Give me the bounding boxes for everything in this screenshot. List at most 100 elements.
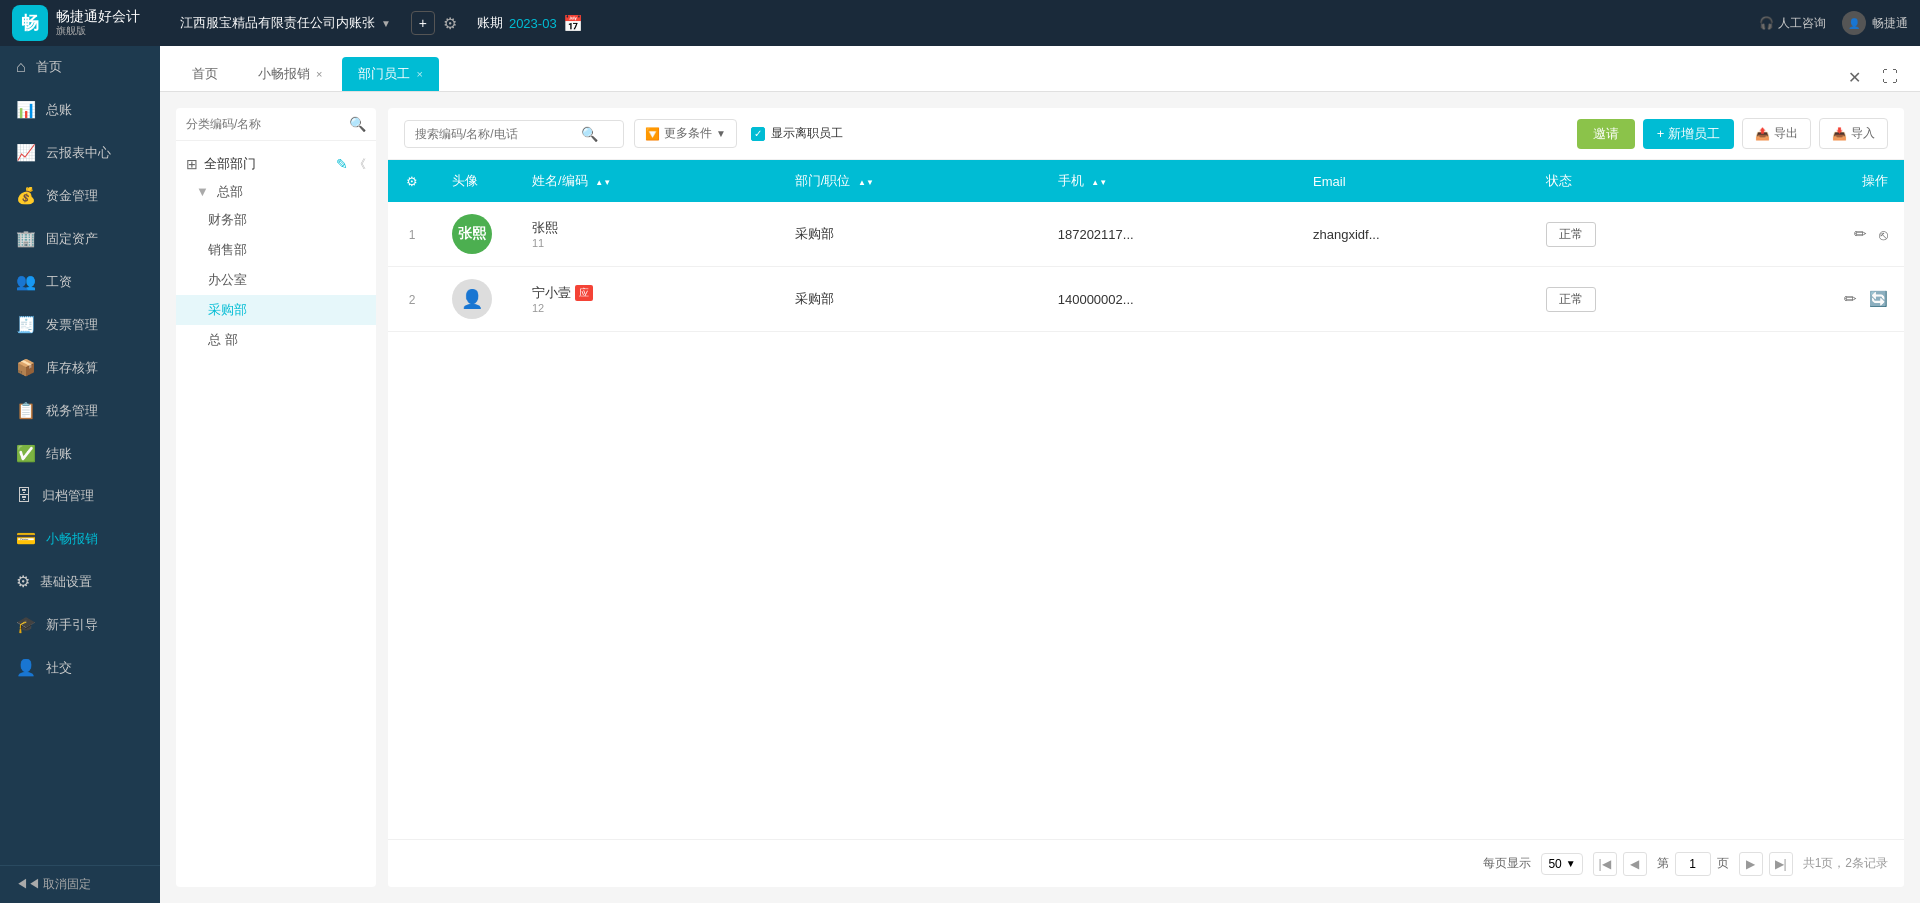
dept-search-icon[interactable]: 🔍 bbox=[349, 116, 366, 132]
dept-search-input[interactable] bbox=[186, 117, 343, 131]
import-button[interactable]: 📥 导入 bbox=[1819, 118, 1888, 149]
sidebar-item-home[interactable]: ⌂ 首页 bbox=[0, 46, 160, 88]
expand-icon: ▼ bbox=[196, 184, 209, 199]
partners-icon: 👤 bbox=[16, 658, 36, 677]
row-phone-1: 187202117... bbox=[1042, 202, 1297, 267]
human-service-button[interactable]: 🎧 人工咨询 bbox=[1759, 15, 1826, 32]
dept-search-area: 🔍 bbox=[176, 108, 376, 141]
calendar-icon[interactable]: 📅 bbox=[563, 14, 583, 33]
th-settings[interactable]: ⚙ bbox=[388, 160, 436, 202]
dept-item-office[interactable]: 办公室 bbox=[176, 265, 376, 295]
add-employee-button[interactable]: + 新增员工 bbox=[1643, 119, 1734, 149]
tab-expense-close[interactable]: × bbox=[316, 68, 322, 80]
sidebar-item-fixed-assets[interactable]: 🏢 固定资产 bbox=[0, 217, 160, 260]
assets-icon: 🏢 bbox=[16, 229, 36, 248]
filter-icon: 🔽 bbox=[645, 127, 660, 141]
dept-panel: 🔍 ⊞ 全部部门 ✎ 《 ▼ 总部 财 bbox=[176, 108, 376, 887]
logo-area: 畅 畅捷通好会计 旗舰版 bbox=[12, 5, 172, 41]
th-status: 状态 bbox=[1530, 160, 1724, 202]
dept-item-sales[interactable]: 销售部 bbox=[176, 235, 376, 265]
tab-bar: 首页 小畅报销 × 部门员工 × ✕ ⛶ bbox=[160, 46, 1920, 92]
avatar: 👤 bbox=[1842, 11, 1866, 35]
page-number-input[interactable] bbox=[1675, 852, 1711, 876]
sidebar: ⌂ 首页 📊 总账 📈 云报表中心 💰 资金管理 🏢 固定资产 👥 工资 🧾 发… bbox=[0, 46, 160, 903]
sidebar-item-expense[interactable]: 💳 小畅报销 bbox=[0, 517, 160, 560]
expense-icon: 💳 bbox=[16, 529, 36, 548]
last-page-button[interactable]: ▶| bbox=[1769, 852, 1793, 876]
gear-icon: ⚙ bbox=[16, 572, 30, 591]
th-dept-position[interactable]: 部门/职位 ▲▼ bbox=[779, 160, 1042, 202]
edit-icon-1[interactable]: ✏ bbox=[1854, 225, 1867, 243]
th-actions: 操作 bbox=[1724, 160, 1904, 202]
status-badge-1: 正常 bbox=[1546, 222, 1596, 247]
sidebar-item-archive[interactable]: 🗄 归档管理 bbox=[0, 475, 160, 517]
maximize-tab-button[interactable]: ⛶ bbox=[1876, 63, 1904, 91]
refresh-icon-2[interactable]: 🔄 bbox=[1869, 290, 1888, 308]
row-number-1: 1 bbox=[388, 202, 436, 267]
sidebar-item-partners[interactable]: 👤 社交 bbox=[0, 646, 160, 689]
export-button[interactable]: 📤 导出 bbox=[1742, 118, 1811, 149]
company-selector[interactable]: 江西服宝精品有限责任公司内账张 ▼ bbox=[172, 10, 399, 36]
collapse-icon[interactable]: 《 bbox=[354, 156, 366, 173]
dept-item-finance[interactable]: 财务部 bbox=[176, 205, 376, 235]
prev-page-button[interactable]: ◀ bbox=[1623, 852, 1647, 876]
sidebar-item-closing[interactable]: ✅ 结账 bbox=[0, 432, 160, 475]
tab-dept-close[interactable]: × bbox=[416, 68, 422, 80]
all-departments-item[interactable]: ⊞ 全部部门 ✎ 《 bbox=[176, 149, 376, 179]
sidebar-item-guide[interactable]: 🎓 新手引导 bbox=[0, 603, 160, 646]
th-name-code[interactable]: 姓名/编码 ▲▼ bbox=[516, 160, 779, 202]
employee-toolbar: 🔍 🔽 更多条件 ▼ ✓ 显示离职员工 邀请 + 新增员工 bbox=[388, 108, 1904, 160]
sidebar-item-tax[interactable]: 📋 税务管理 bbox=[0, 389, 160, 432]
filter-button[interactable]: 🔽 更多条件 ▼ bbox=[634, 119, 737, 148]
table-settings-icon[interactable]: ⚙ bbox=[406, 174, 418, 189]
inventory-icon: 📦 bbox=[16, 358, 36, 377]
table-row: 2 👤 宁小壹 应 12 bbox=[388, 267, 1904, 332]
th-phone[interactable]: 手机 ▲▼ bbox=[1042, 160, 1297, 202]
sidebar-item-reports[interactable]: 📈 云报表中心 bbox=[0, 131, 160, 174]
payroll-icon: 👥 bbox=[16, 272, 36, 291]
resigned-checkbox[interactable]: ✓ bbox=[751, 127, 765, 141]
guide-icon: 🎓 bbox=[16, 615, 36, 634]
invite-button[interactable]: 邀请 bbox=[1577, 119, 1635, 149]
employee-panel: 🔍 🔽 更多条件 ▼ ✓ 显示离职员工 邀请 + 新增员工 bbox=[388, 108, 1904, 887]
page-content: 🔍 ⊞ 全部部门 ✎ 《 ▼ 总部 财 bbox=[160, 92, 1920, 903]
page-size-select[interactable]: 50 ▼ bbox=[1541, 853, 1582, 875]
sidebar-item-settings[interactable]: ⚙ 基础设置 bbox=[0, 560, 160, 603]
page-size-chevron: ▼ bbox=[1566, 858, 1576, 869]
dept-edit-icon[interactable]: ✎ bbox=[336, 156, 348, 172]
dept-parent-hq[interactable]: ▼ 总部 bbox=[176, 179, 376, 205]
show-resigned-toggle[interactable]: ✓ 显示离职员工 bbox=[751, 125, 843, 142]
edit-icon-2[interactable]: ✏ bbox=[1844, 290, 1857, 308]
settings-icon[interactable]: ⚙ bbox=[443, 14, 457, 33]
import-icon: 📥 bbox=[1832, 127, 1847, 141]
search-icon[interactable]: 🔍 bbox=[581, 126, 598, 142]
tab-dept-employee[interactable]: 部门员工 × bbox=[342, 57, 438, 91]
status-badge-2: 正常 bbox=[1546, 287, 1596, 312]
sort-icons-phone: ▲▼ bbox=[1091, 178, 1107, 187]
row-status-1: 正常 bbox=[1530, 202, 1724, 267]
tab-expense[interactable]: 小畅报销 × bbox=[242, 57, 338, 91]
sidebar-item-inventory[interactable]: 📦 库存核算 bbox=[0, 346, 160, 389]
next-page-button[interactable]: ▶ bbox=[1739, 852, 1763, 876]
add-tab-button[interactable]: + bbox=[411, 11, 435, 35]
sidebar-item-funds[interactable]: 💰 资金管理 bbox=[0, 174, 160, 217]
logout-icon-1[interactable]: ⎋ bbox=[1879, 226, 1888, 243]
dept-item-headquarters[interactable]: 总 部 bbox=[176, 325, 376, 355]
sidebar-item-invoice[interactable]: 🧾 发票管理 bbox=[0, 303, 160, 346]
first-page-button[interactable]: |◀ bbox=[1593, 852, 1617, 876]
chevron-down-icon: ▼ bbox=[381, 18, 391, 29]
sidebar-item-payroll[interactable]: 👥 工资 bbox=[0, 260, 160, 303]
th-email: Email bbox=[1297, 160, 1530, 202]
employees-table: ⚙ 头像 姓名/编码 ▲▼ 部门/职位 ▲▼ bbox=[388, 160, 1904, 332]
employee-search-box: 🔍 bbox=[404, 120, 624, 148]
employee-search-input[interactable] bbox=[415, 127, 575, 141]
close-tab-button[interactable]: ✕ bbox=[1840, 63, 1868, 91]
row-phone-2: 140000002... bbox=[1042, 267, 1297, 332]
name-badge-2: 宁小壹 应 bbox=[532, 284, 593, 302]
unpin-button[interactable]: ◀◀ 取消固定 bbox=[0, 866, 160, 903]
row-actions-1: ✏ ⎋ bbox=[1724, 202, 1904, 267]
sidebar-item-general-ledger[interactable]: 📊 总账 bbox=[0, 88, 160, 131]
tab-home[interactable]: 首页 bbox=[176, 57, 234, 91]
dept-item-procurement[interactable]: 采购部 bbox=[176, 295, 376, 325]
archive-icon: 🗄 bbox=[16, 487, 32, 505]
